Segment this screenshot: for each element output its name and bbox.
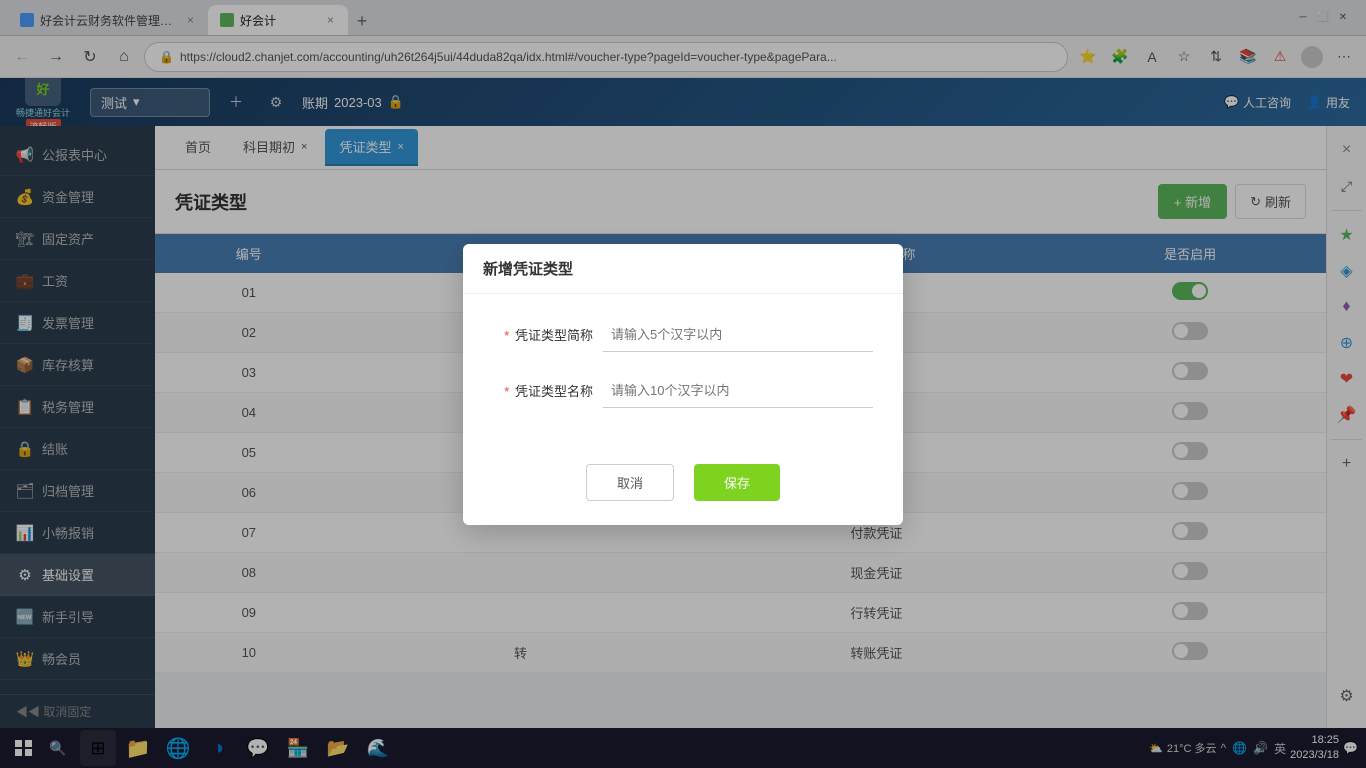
dialog-body: * 凭证类型简称 * 凭证类型名称 bbox=[463, 294, 903, 454]
save-button[interactable]: 保存 bbox=[694, 464, 780, 501]
name-label-text: 凭证类型名称 bbox=[515, 384, 593, 399]
abbr-input[interactable] bbox=[603, 318, 873, 352]
abbr-label-text: 凭证类型简称 bbox=[515, 328, 593, 343]
cancel-button[interactable]: 取消 bbox=[586, 464, 674, 501]
dialog-footer: 取消 保存 bbox=[463, 454, 903, 525]
name-input[interactable] bbox=[603, 374, 873, 408]
abbr-label: * 凭证类型简称 bbox=[493, 325, 593, 344]
form-row-abbr: * 凭证类型简称 bbox=[493, 318, 873, 352]
form-row-name: * 凭证类型名称 bbox=[493, 374, 873, 408]
dialog-title: 新增凭证类型 bbox=[463, 244, 903, 294]
abbr-required-mark: * bbox=[504, 328, 509, 343]
name-required-mark: * bbox=[504, 384, 509, 399]
new-voucher-dialog: 新增凭证类型 * 凭证类型简称 * 凭证类型名称 bbox=[463, 244, 903, 525]
dialog-overlay: 新增凭证类型 * 凭证类型简称 * 凭证类型名称 bbox=[0, 0, 1366, 768]
name-label: * 凭证类型名称 bbox=[493, 381, 593, 400]
